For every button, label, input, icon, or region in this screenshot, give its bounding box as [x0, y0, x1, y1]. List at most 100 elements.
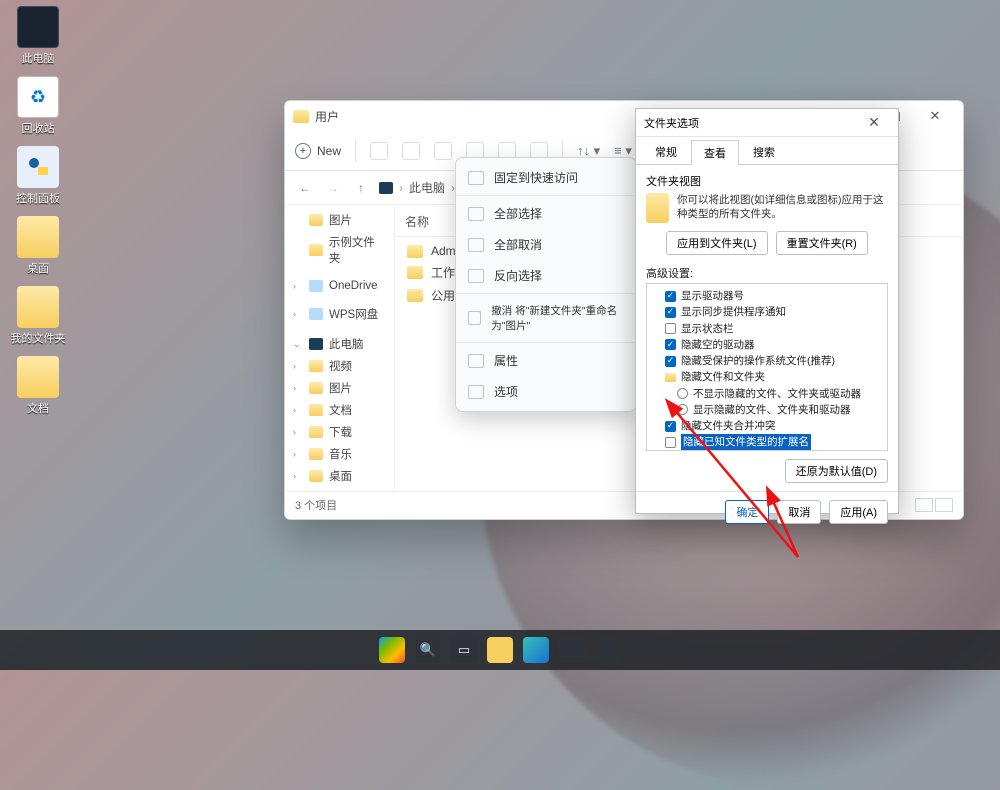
view-grid-button[interactable]: [935, 498, 953, 512]
advanced-settings-list[interactable]: ✓显示驱动器号 ✓显示同步提供程序通知 显示状态栏 ✓隐藏空的驱动器 ✓隐藏受保…: [646, 283, 888, 451]
desktop-icon-label: 桌面: [8, 260, 68, 276]
ctx-pin-quick-access[interactable]: 固定到快速访问: [456, 162, 636, 193]
breadcrumb-item[interactable]: 此电脑: [409, 179, 445, 196]
ok-button[interactable]: 确定: [725, 500, 769, 524]
apply-to-folders-button[interactable]: 应用到文件夹(L): [666, 231, 767, 255]
back-button[interactable]: ←: [295, 181, 315, 195]
taskbar-search-icon[interactable]: 🔍: [415, 637, 441, 663]
desktop-icon-label: 我的文件夹: [8, 330, 68, 346]
tab-search[interactable]: 搜索: [740, 139, 788, 164]
ctx-options[interactable]: 选项: [456, 376, 636, 407]
sidebar-item-pictures[interactable]: ›图片: [285, 377, 394, 399]
adv-hidden-files-folder-group[interactable]: 隐藏文件和文件夹: [653, 369, 881, 385]
adv-hide-empty-drives[interactable]: ✓隐藏空的驱动器: [653, 337, 881, 353]
desktop-icon-label: 此电脑: [8, 50, 68, 66]
ctx-label: 属性: [494, 352, 518, 369]
sidebar-item-label: 音乐: [329, 446, 352, 462]
desktop-icon-control-panel[interactable]: 控制面板: [8, 146, 68, 212]
desktop-icon-recycle-bin[interactable]: ♻ 回收站: [8, 76, 68, 142]
adv-show-drive-letters[interactable]: ✓显示驱动器号: [653, 288, 881, 304]
sidebar-item-music[interactable]: ›音乐: [285, 443, 394, 465]
up-button[interactable]: ↑: [351, 181, 371, 195]
folder-icon: [407, 245, 423, 258]
adv-dont-show-hidden[interactable]: 不显示隐藏的文件、文件夹或驱动器: [653, 386, 881, 402]
sidebar-item-pictures[interactable]: 图片: [285, 209, 394, 231]
adv-hide-merge-conflicts[interactable]: ✓隐藏文件夹合并冲突: [653, 418, 881, 434]
select-none-icon: [468, 238, 484, 252]
desktop-icon-folder[interactable]: 我的文件夹: [8, 286, 68, 352]
sidebar-item-label: OneDrive: [329, 280, 378, 292]
copy-icon[interactable]: [402, 142, 420, 160]
window-title: 用户: [315, 108, 339, 125]
file-name: 公用: [431, 287, 455, 304]
forward-button[interactable]: →: [323, 181, 343, 195]
new-button[interactable]: + New: [295, 143, 341, 159]
checkbox-icon: ✓: [665, 307, 676, 318]
ctx-invert-selection[interactable]: 反向选择: [456, 260, 636, 291]
sidebar-item-documents[interactable]: ›文档: [285, 399, 394, 421]
dialog-title-bar[interactable]: 文件夹选项 ✕: [636, 109, 898, 137]
adv-hide-extensions[interactable]: 隐藏已知文件类型的扩展名: [653, 434, 881, 450]
sidebar-item-label: 此电脑: [329, 336, 364, 352]
desktop-icon-this-pc[interactable]: 此电脑: [8, 6, 68, 72]
checkbox-icon: ✓: [665, 356, 676, 367]
taskbar-app-icon[interactable]: [595, 637, 621, 663]
sidebar-item-wps[interactable]: ›WPS网盘: [285, 303, 394, 325]
adv-show-hidden[interactable]: 显示隐藏的文件、文件夹和驱动器: [653, 402, 881, 418]
recycle-bin-icon: ♻: [17, 76, 59, 118]
desktop-icon-folder[interactable]: 桌面: [8, 216, 68, 282]
ctx-select-all[interactable]: 全部选择: [456, 198, 636, 229]
taskbar[interactable]: 🔍 ▭: [0, 630, 1000, 670]
folder-icon: [17, 286, 59, 328]
adv-show-sync-provider[interactable]: ✓显示同步提供程序通知: [653, 304, 881, 320]
sidebar-item-desktop[interactable]: ›桌面: [285, 465, 394, 487]
taskbar-app-icon[interactable]: [559, 637, 585, 663]
adv-show-status-bar[interactable]: 显示状态栏: [653, 321, 881, 337]
sidebar-item-drive-c[interactable]: ›本地磁盘 (C:): [285, 487, 394, 491]
sidebar-item-this-pc[interactable]: ⌄此电脑: [285, 333, 394, 355]
apply-button[interactable]: 应用(A): [829, 500, 888, 524]
cancel-button[interactable]: 取消: [777, 500, 821, 524]
ctx-select-none[interactable]: 全部取消: [456, 229, 636, 260]
view-list-button[interactable]: [915, 498, 933, 512]
sidebar-item-videos[interactable]: ›视频: [285, 355, 394, 377]
taskbar-edge-icon[interactable]: [523, 637, 549, 663]
sidebar-item-label: 文档: [329, 402, 352, 418]
folder-icon: [665, 373, 676, 382]
pin-icon: [468, 171, 484, 185]
close-button[interactable]: ✕: [858, 114, 890, 131]
reset-folders-button[interactable]: 重置文件夹(R): [776, 231, 868, 255]
separator: [456, 293, 636, 294]
close-button[interactable]: ✕: [915, 102, 955, 130]
paste-icon[interactable]: [434, 142, 452, 160]
desktop-icon-folder[interactable]: 文档: [8, 356, 68, 422]
adv-text: 隐藏已知文件类型的扩展名: [681, 434, 811, 450]
taskbar-task-view-icon[interactable]: ▭: [451, 637, 477, 663]
start-button[interactable]: [379, 637, 405, 663]
folder-icon: [17, 216, 59, 258]
sidebar-item-label: 下载: [329, 424, 352, 440]
dialog-tabs: 常规 查看 搜索: [636, 137, 898, 165]
cut-icon[interactable]: [370, 142, 388, 160]
adv-text: 隐藏文件和文件夹: [681, 369, 765, 385]
radio-icon: [677, 404, 688, 415]
taskbar-explorer-icon[interactable]: [487, 637, 513, 663]
sidebar-item-downloads[interactable]: ›下载: [285, 421, 394, 443]
tab-general[interactable]: 常规: [642, 139, 690, 164]
sidebar-item-sample-folder[interactable]: 示例文件夹: [285, 231, 394, 269]
folder-options-dialog: 文件夹选项 ✕ 常规 查看 搜索 文件夹视图 你可以将此视图(如详细信息或图标)…: [635, 108, 899, 514]
tab-view[interactable]: 查看: [691, 140, 739, 165]
checkbox-icon: [665, 323, 676, 334]
sidebar-item-onedrive[interactable]: ›OneDrive: [285, 277, 394, 295]
undo-icon: [468, 311, 481, 325]
context-menu: 固定到快速访问 全部选择 全部取消 反向选择 撤消 将"新建文件夹"重命名为"图…: [455, 157, 637, 412]
options-icon: [468, 385, 484, 399]
restore-defaults-button[interactable]: 还原为默认值(D): [785, 459, 888, 483]
adv-hide-protected-os-files[interactable]: ✓隐藏受保护的操作系统文件(推荐): [653, 353, 881, 369]
ctx-properties[interactable]: 属性: [456, 345, 636, 376]
ctx-undo[interactable]: 撤消 将"新建文件夹"重命名为"图片": [456, 296, 636, 340]
adv-text: 隐藏文件夹合并冲突: [681, 418, 776, 434]
desktop-icons: 此电脑 ♻ 回收站 控制面板 桌面 我的文件夹 文档: [8, 6, 78, 426]
sidebar-item-label: 本地磁盘 (C:): [326, 490, 386, 491]
advanced-settings-label: 高级设置:: [646, 265, 888, 281]
